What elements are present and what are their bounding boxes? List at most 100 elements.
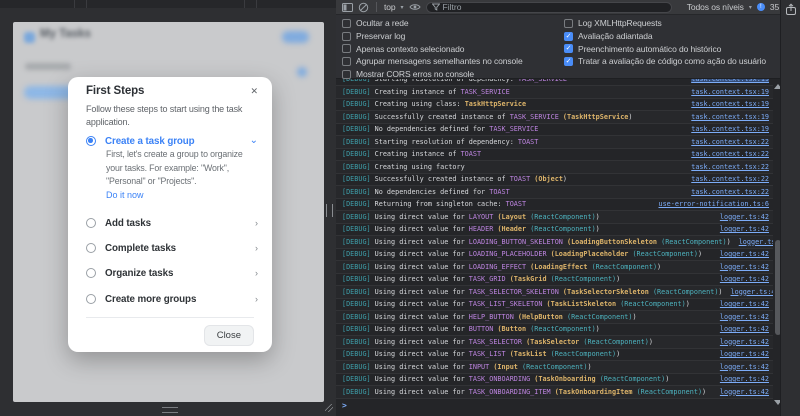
devtools-splitter-handle[interactable] <box>326 204 333 217</box>
source-link[interactable]: task.context.tsx:22 <box>691 138 769 146</box>
settings-option[interactable]: ✓ Tratar a avaliação de código como ação … <box>564 55 766 68</box>
settings-option[interactable]: ✓ Preenchimento automático do histórico <box>564 42 766 55</box>
log-level-badge: [DEBUG] <box>342 262 371 271</box>
settings-option-label: Agrupar mensagens semelhantes no console <box>356 56 523 67</box>
resize-handle-horizontal[interactable] <box>162 407 178 413</box>
do-it-now-link[interactable]: Do it now <box>106 190 144 200</box>
source-link[interactable]: logger.ts:42 <box>720 225 769 233</box>
source-link[interactable]: task.context.tsx:19 <box>691 125 769 133</box>
source-link[interactable]: logger.ts:42 <box>720 213 769 221</box>
log-level-badge: [DEBUG] <box>342 250 371 259</box>
checkbox-unchecked-icon[interactable] <box>564 18 573 28</box>
source-link[interactable]: task.context.tsx:19 <box>691 88 769 96</box>
separator <box>256 0 257 8</box>
log-level-badge: [DEBUG] <box>342 375 371 384</box>
console-row: [DEBUG] Using direct value for LOADING_PL… <box>336 249 773 261</box>
source-link[interactable]: logger.ts:42 <box>720 375 769 383</box>
page-help-button <box>297 67 307 77</box>
source-link[interactable]: logger.ts:42 <box>720 363 769 371</box>
clear-console-icon[interactable] <box>358 2 369 13</box>
log-level-badge: [DEBUG] <box>342 125 371 134</box>
settings-option[interactable]: Log XMLHttpRequests <box>564 17 766 30</box>
console-row: [DEBUG] Successfully created instance of … <box>336 111 773 124</box>
box-arrow-up-icon[interactable] <box>785 3 797 16</box>
console-message: [DEBUG] Using direct value for HELP_BUTTO… <box>342 312 637 321</box>
divider <box>86 317 254 318</box>
radio-selected-icon <box>86 136 96 146</box>
console-row: [DEBUG] Using direct value for TASK_GRID … <box>336 274 773 286</box>
onboarding-step-complete-tasks[interactable]: Complete tasks › <box>86 241 258 255</box>
console-prompt[interactable]: > <box>336 399 773 412</box>
page-title: My Tasks <box>40 28 91 40</box>
onboarding-step-organize-tasks[interactable]: Organize tasks › <box>86 266 258 280</box>
source-link[interactable]: logger.ts:42 <box>720 350 769 358</box>
issues-count[interactable]: 35 <box>770 2 779 12</box>
checkbox-unchecked-icon[interactable] <box>342 31 351 41</box>
source-link[interactable]: logger.ts:42 <box>720 313 769 321</box>
checkbox-unchecked-icon[interactable] <box>342 69 351 79</box>
source-link[interactable]: task.context.tsx:22 <box>691 175 769 183</box>
checkbox-unchecked-icon[interactable] <box>342 56 351 66</box>
checkbox-checked-icon[interactable]: ✓ <box>564 44 573 54</box>
settings-option[interactable]: Preservar log <box>342 30 523 43</box>
console-message: [DEBUG] Using direct value for TASK_SELEC… <box>342 287 723 296</box>
source-link[interactable]: logger.ts:42 <box>720 325 769 333</box>
checkbox-unchecked-icon[interactable] <box>342 44 351 54</box>
settings-option[interactable]: Apenas contexto selecionado <box>342 42 523 55</box>
source-link[interactable]: logger.ts:42 <box>720 338 769 346</box>
checkbox-checked-icon[interactable]: ✓ <box>564 31 573 41</box>
eye-icon[interactable] <box>408 3 421 11</box>
close-button[interactable]: Close <box>203 325 254 346</box>
source-link[interactable]: logger.ts:42 <box>720 263 769 271</box>
close-icon[interactable]: ✕ <box>250 86 258 97</box>
console-sidebar-icon[interactable] <box>342 2 353 12</box>
onboarding-step-add-tasks[interactable]: Add tasks › <box>86 216 258 230</box>
source-link[interactable]: task.context.tsx:19 <box>691 100 769 108</box>
settings-option-label: Tratar a avaliação de código como ação d… <box>578 56 767 67</box>
checkbox-checked-icon[interactable]: ✓ <box>564 56 573 66</box>
source-link[interactable]: task.context.tsx:22 <box>691 150 769 158</box>
log-level-badge: [DEBUG] <box>342 275 371 284</box>
filter-funnel-icon <box>431 3 440 11</box>
console-message: [DEBUG] Using direct value for LOADING_BU… <box>342 237 731 246</box>
source-link[interactable]: logger.ts:42 <box>739 238 773 246</box>
source-link[interactable]: logger.ts:42 <box>720 250 769 258</box>
log-levels-select[interactable]: Todos os níveis <box>687 2 744 12</box>
filter-box[interactable] <box>425 1 672 13</box>
source-link[interactable]: logger.ts:42 <box>720 275 769 283</box>
separator <box>74 0 75 8</box>
issues-icon[interactable]: ! <box>756 3 765 11</box>
log-level-badge: [DEBUG] <box>342 387 371 396</box>
console-row: [DEBUG] Using direct value for TASK_SELEC… <box>336 286 773 299</box>
console-message: [DEBUG] Using direct value for HEADER (He… <box>342 225 600 234</box>
console-row: [DEBUG] Starting resolution of dependency… <box>336 136 773 149</box>
step-label: Organize tasks <box>105 267 174 279</box>
prompt-chevron-icon: > <box>342 400 347 410</box>
source-link[interactable]: task.context.tsx:19 <box>691 113 769 121</box>
step-label: Complete tasks <box>105 242 177 254</box>
resize-handle-corner[interactable] <box>325 404 333 412</box>
frame-context-select[interactable]: top <box>384 2 396 12</box>
source-link[interactable]: task.context.tsx:22 <box>691 163 769 171</box>
filter-input[interactable] <box>442 2 666 12</box>
checkbox-unchecked-icon[interactable] <box>342 18 351 28</box>
chevron-right-icon: › <box>255 242 258 253</box>
console-row: [DEBUG] Using direct value for TASK_SELEC… <box>336 336 773 349</box>
source-link[interactable]: logger.ts:42 <box>731 288 773 296</box>
source-link[interactable]: task.context.tsx:22 <box>691 188 769 196</box>
source-link[interactable]: task.context.tsx:19 <box>691 79 769 83</box>
source-link[interactable]: logger.ts:42 <box>720 388 769 396</box>
browser-pane: My Tasks First Steps ✕ Follow these step… <box>0 0 336 416</box>
console-row: [DEBUG] Returning from singleton cache: T… <box>336 199 773 211</box>
radio-unselected-icon <box>86 294 96 304</box>
console-settings-drawer: Ocultar a rede Preservar log Apenas contex… <box>336 15 800 79</box>
settings-option[interactable]: Ocultar a rede <box>342 17 523 30</box>
source-link[interactable]: use-error-notification.ts:6 <box>659 200 770 208</box>
log-level-badge: [DEBUG] <box>342 100 371 109</box>
onboarding-step-create-more-groups[interactable]: Create more groups › <box>86 292 258 306</box>
settings-option[interactable]: Agrupar mensagens semelhantes no console <box>342 55 523 68</box>
source-link[interactable]: logger.ts:42 <box>720 300 769 308</box>
onboarding-step-create-group[interactable]: Create a task group ⌄ <box>86 134 258 148</box>
settings-column-left: Ocultar a rede Preservar log Apenas contex… <box>342 17 523 80</box>
settings-option[interactable]: ✓ Avaliação adiantada <box>564 30 766 43</box>
